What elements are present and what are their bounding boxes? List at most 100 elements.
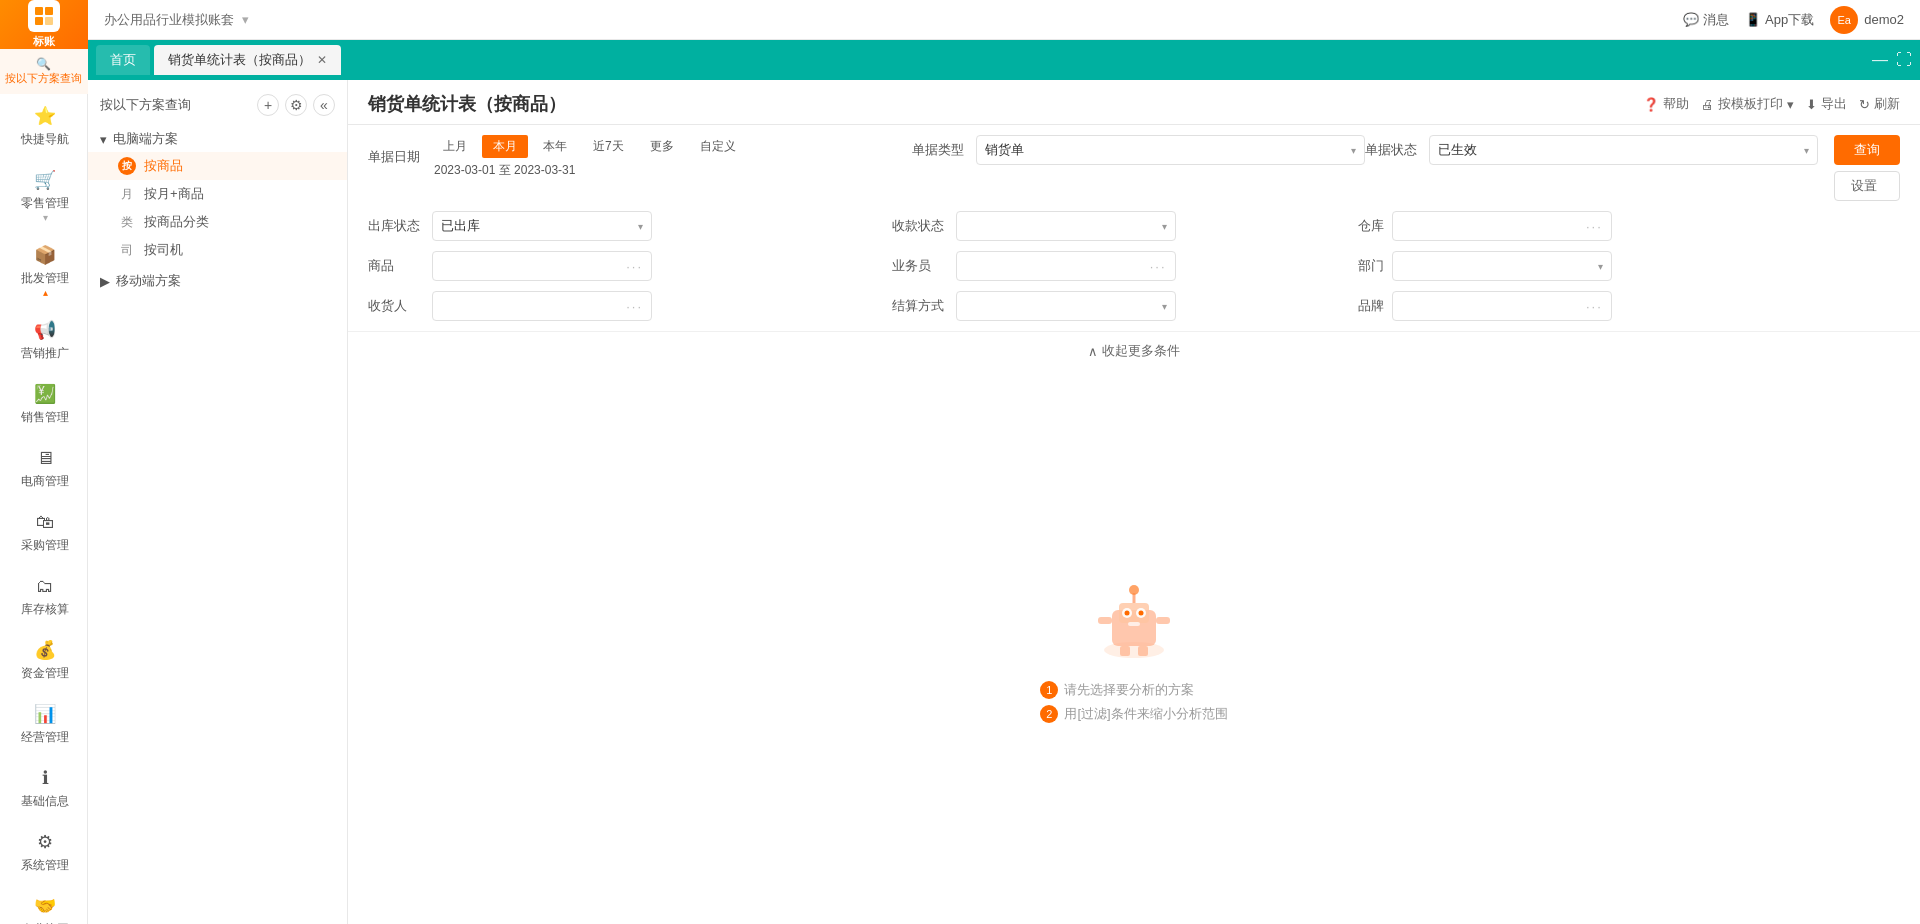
date-pill-thismonth[interactable]: 本月 [482, 135, 528, 158]
query-button[interactable]: 查询 [1834, 135, 1900, 165]
sidebar-item-system[interactable]: ⚙ 系统管理 [0, 820, 88, 884]
ecommerce-icon: 🖥 [33, 446, 57, 470]
tree-desktop-label: 电脑端方案 [113, 130, 178, 148]
by-product-icon: 按 [118, 157, 136, 175]
sidebar-item-inventory[interactable]: 🗂 库存核算 [0, 564, 88, 628]
sidebar-item-wholesale[interactable]: 📦 批发管理 ▴ [0, 233, 88, 308]
basic-icon: ℹ [33, 766, 57, 790]
operations-label: 经营管理 [21, 729, 69, 746]
payment-input[interactable]: ▾ [956, 291, 1176, 321]
by-driver-label: 按司机 [144, 241, 183, 259]
sidebar-item-marketing[interactable]: 📢 营销推广 [0, 308, 88, 372]
export-btn[interactable]: ⬇ 导出 [1806, 95, 1847, 113]
tree-child-by-driver[interactable]: 司 按司机 [88, 236, 347, 264]
sidebar-item-operations[interactable]: 📊 经营管理 [0, 692, 88, 756]
out-status-label: 出库状态 [368, 217, 424, 235]
add-scheme-btn[interactable]: + [257, 94, 279, 116]
doc-status-group: 单据状态 已生效 ▾ [1365, 135, 1818, 165]
app-download-btn[interactable]: 📱 App下载 [1745, 11, 1814, 29]
payment-group: 结算方式 ▾ [892, 291, 1328, 321]
settings-button[interactable]: 设置 [1834, 171, 1900, 201]
refresh-btn[interactable]: ↻ 刷新 [1859, 95, 1900, 113]
left-panel-title-text: 按以下方案查询 [100, 96, 191, 114]
tree-mobile[interactable]: ▶ 移动端方案 [88, 268, 347, 294]
sidebar-item-shortcuts[interactable]: ⭐ 快捷导航 [0, 94, 88, 158]
tree-desktop[interactable]: ▾ 电脑端方案 [88, 126, 347, 152]
operations-icon: 📊 [33, 702, 57, 726]
pay-status-group: 收款状态 ▾ [892, 211, 1328, 241]
salesperson-label: 业务员 [892, 257, 948, 275]
sidebar-item-retail[interactable]: 🛒 零售管理 ▾ [0, 158, 88, 233]
dropdown-arrow[interactable]: ▾ [242, 12, 249, 27]
filter-section: 单据日期 上月 本月 本年 近7天 更多 自定义 2023-03-01 至 20… [348, 125, 1920, 370]
date-pill-more[interactable]: 更多 [639, 135, 685, 158]
logo-text: 标账 [33, 34, 55, 49]
doc-status-label: 单据状态 [1365, 141, 1421, 159]
date-pill-7days[interactable]: 近7天 [582, 135, 635, 158]
tab-home[interactable]: 首页 [96, 45, 150, 75]
marketing-label: 营销推广 [21, 345, 69, 362]
tree-desktop-arrow: ▾ [100, 132, 107, 147]
left-panel-tools: + ⚙ « [257, 94, 335, 116]
tree-child-by-category[interactable]: 类 按商品分类 [88, 208, 347, 236]
brand-input[interactable]: ··· [1392, 291, 1612, 321]
pay-status-input[interactable]: ▾ [956, 211, 1176, 241]
sidebar-item-enterprise[interactable]: 🤝 企业协同 [0, 884, 88, 924]
collapse-btn[interactable]: ∧ 收起更多条件 [1072, 336, 1196, 366]
print-btn[interactable]: 🖨 按模板打印 ▾ [1701, 95, 1794, 113]
sidebar-item-finance[interactable]: 💰 资金管理 [0, 628, 88, 692]
brand-label: 品牌 [1328, 297, 1384, 315]
by-product-label: 按商品 [144, 157, 183, 175]
sidebar-item-purchase[interactable]: 🛍 采购管理 [0, 500, 88, 564]
svg-rect-11 [1128, 622, 1140, 626]
salesperson-input[interactable]: ··· [956, 251, 1176, 281]
sidebar: 标账 🔍 按以下方案查询 ⭐ 快捷导航 🛒 零售管理 ▾ 📦 批发管理 ▴ 📢 … [0, 0, 88, 924]
receiver-group: 收货人 ··· [368, 291, 892, 321]
message-btn[interactable]: 💬 消息 [1683, 11, 1729, 29]
date-pill-thisyear[interactable]: 本年 [532, 135, 578, 158]
date-pill-custom[interactable]: 自定义 [689, 135, 747, 158]
warehouse-group: 仓库 ··· [1328, 211, 1764, 241]
doc-type-input[interactable]: 销货单 ▾ [976, 135, 1365, 165]
minimize-icon[interactable]: — [1872, 51, 1888, 69]
receiver-dots: ··· [626, 299, 643, 314]
sidebar-item-ecommerce[interactable]: 🖥 电商管理 [0, 436, 88, 500]
sidebar-item-basic[interactable]: ℹ 基础信息 [0, 756, 88, 820]
collapse-panel-btn[interactable]: « [313, 94, 335, 116]
user-area[interactable]: Ea demo2 [1830, 6, 1904, 34]
receiver-input[interactable]: ··· [432, 291, 652, 321]
out-status-input[interactable]: 已出库 ▾ [432, 211, 652, 241]
sidebar-item-sales[interactable]: 💹 销售管理 [0, 372, 88, 436]
tab-sales-stat[interactable]: 销货单统计表（按商品） ✕ [154, 45, 341, 75]
warehouse-dots: ··· [1586, 219, 1603, 234]
scheme-tree: ▾ 电脑端方案 按 按商品 月 按月+商品 类 按商品分类 司 按司机 [88, 122, 347, 298]
by-month-product-label: 按月+商品 [144, 185, 204, 203]
search-label: 按以下方案查询 [5, 71, 82, 86]
download-icon: 📱 [1745, 12, 1761, 27]
date-range-text: 2023-03-01 至 2023-03-31 [432, 162, 747, 179]
tree-child-by-product[interactable]: 按 按商品 [88, 152, 347, 180]
salesperson-dots: ··· [1150, 259, 1167, 274]
date-pill-lastmonth[interactable]: 上月 [432, 135, 478, 158]
by-category-icon: 类 [118, 213, 136, 231]
tree-child-by-month-product[interactable]: 月 按月+商品 [88, 180, 347, 208]
shortcuts-icon: ⭐ [33, 104, 57, 128]
doc-type-chevron: ▾ [1351, 145, 1356, 156]
warehouse-input[interactable]: ··· [1392, 211, 1612, 241]
product-input[interactable]: ··· [432, 251, 652, 281]
print-icon: 🖨 [1701, 97, 1714, 112]
export-icon: ⬇ [1806, 97, 1817, 112]
doc-status-input[interactable]: 已生效 ▾ [1429, 135, 1818, 165]
svg-point-10 [1139, 611, 1144, 616]
help-btn[interactable]: ❓ 帮助 [1643, 95, 1689, 113]
basic-label: 基础信息 [21, 793, 69, 810]
shortcuts-label: 快捷导航 [21, 131, 69, 148]
avatar-initials: Ea [1838, 14, 1851, 26]
tab-close-icon[interactable]: ✕ [317, 53, 327, 67]
refresh-icon: ↻ [1859, 97, 1870, 112]
settings-scheme-btn[interactable]: ⚙ [285, 94, 307, 116]
maximize-icon[interactable]: ⛶ [1896, 51, 1912, 69]
department-input[interactable]: ▾ [1392, 251, 1612, 281]
finance-label: 资金管理 [21, 665, 69, 682]
sidebar-search[interactable]: 🔍 按以下方案查询 [0, 49, 88, 94]
